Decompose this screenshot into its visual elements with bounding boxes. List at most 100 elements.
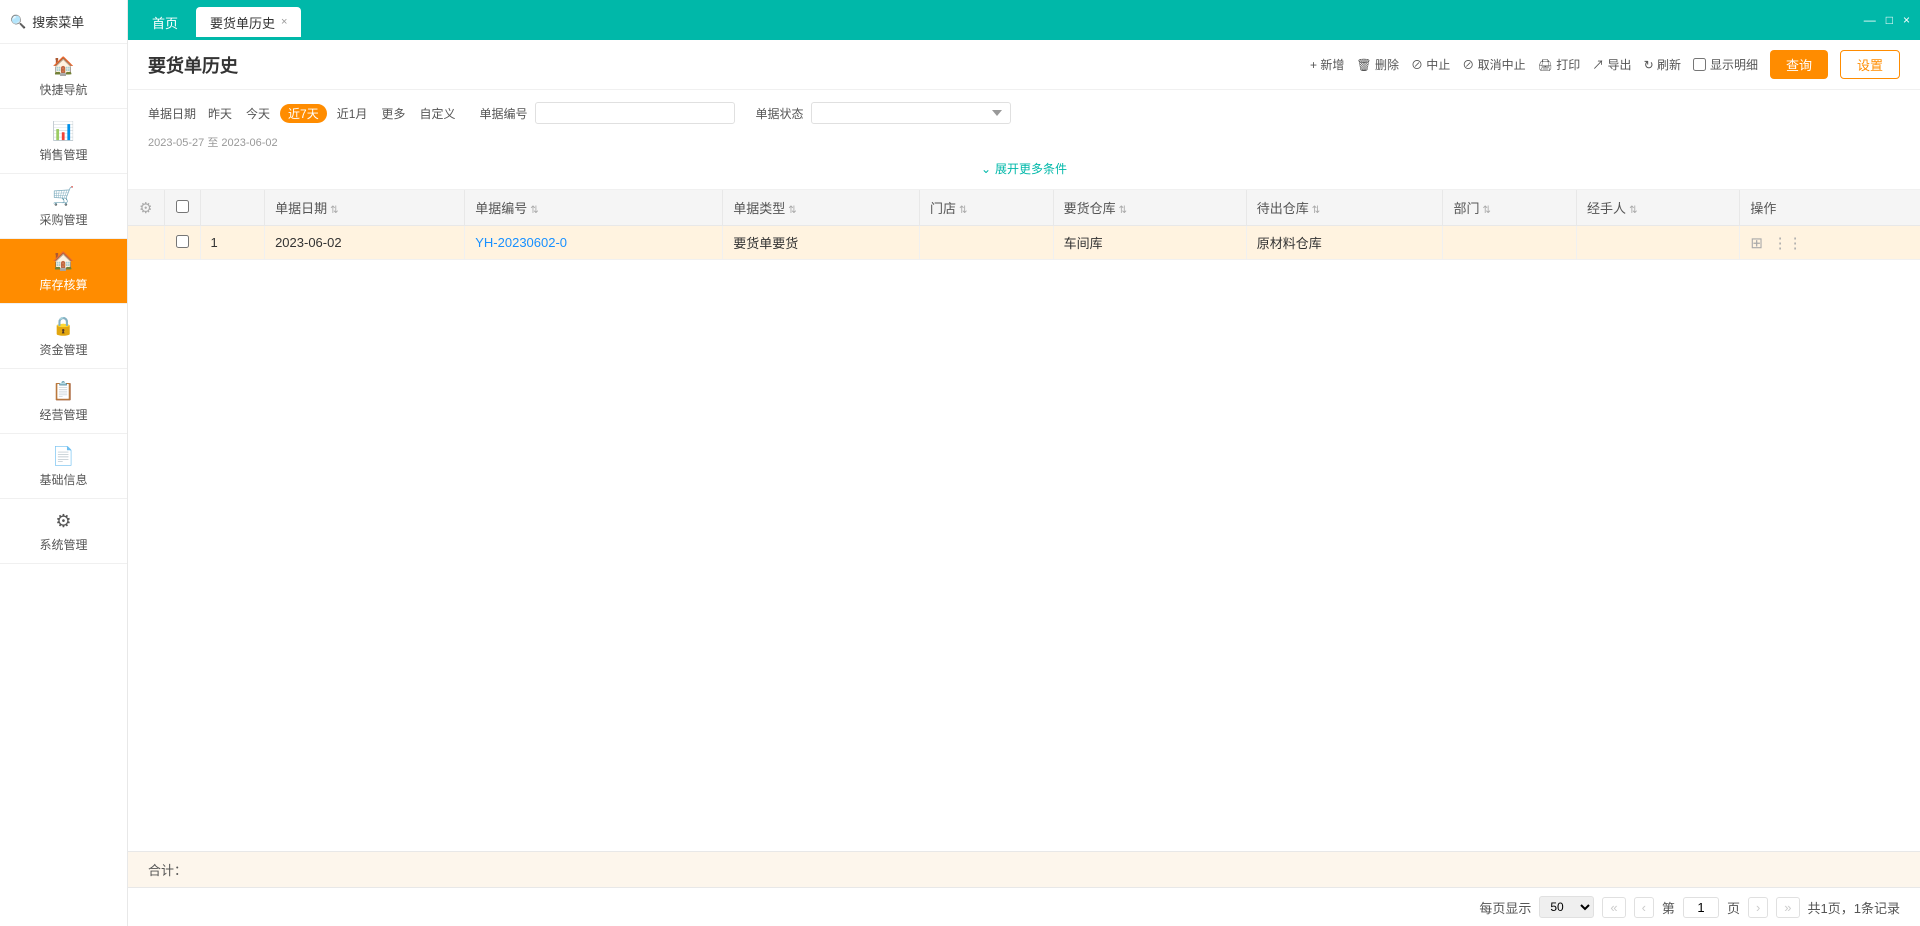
sidebar-item-basic[interactable]: 📄 基础信息 xyxy=(0,434,127,499)
delete-button[interactable]: 🗑 删除 xyxy=(1356,56,1399,73)
lock-icon: 🔒 xyxy=(52,316,74,337)
status-label: 单据状态 xyxy=(755,105,803,122)
home-icon: 🏠 xyxy=(52,56,74,77)
sidebar-item-label: 资金管理 xyxy=(39,341,87,358)
th-handler[interactable]: 经手人⇅ xyxy=(1577,190,1740,226)
sort-icon-doc-date: ⇅ xyxy=(330,205,338,216)
inventory-icon: 🏠 xyxy=(52,251,74,272)
tab-active-label: 要货单历史 xyxy=(210,13,275,32)
td-dept xyxy=(1443,226,1577,260)
sort-icon-pending-warehouse: ⇅ xyxy=(1312,205,1320,216)
search-icon: 🔍 xyxy=(10,14,26,30)
sidebar-item-label: 系统管理 xyxy=(39,536,87,553)
sidebar-item-label: 库存核算 xyxy=(39,276,87,293)
th-pending-warehouse[interactable]: 待出仓库⇅ xyxy=(1246,190,1443,226)
window-minimize-btn[interactable]: — xyxy=(1864,13,1876,27)
doc-no-link[interactable]: YH-20230602-0 xyxy=(475,235,567,250)
page-first-btn[interactable]: « xyxy=(1602,897,1625,918)
page-last-btn[interactable]: » xyxy=(1776,897,1799,918)
th-dept[interactable]: 部门⇅ xyxy=(1443,190,1577,226)
print-button[interactable]: 🖨 打印 xyxy=(1538,56,1581,73)
sidebar: 🔍 搜索菜单 🏠 快捷导航 📊 销售管理 🛒 采购管理 🏠 库存核算 🔒 资金管… xyxy=(0,0,128,926)
sidebar-search[interactable]: 🔍 搜索菜单 xyxy=(0,0,127,44)
window-close-btn[interactable]: × xyxy=(1903,13,1910,27)
display-detail-check[interactable] xyxy=(1693,58,1706,71)
display-detail-checkbox[interactable]: 显示明细 xyxy=(1693,56,1758,73)
chevron-down-icon: ⌄ xyxy=(981,162,991,176)
td-action: ⊞ ⋮⋮ xyxy=(1740,226,1920,260)
page-size-select[interactable]: 50 100 200 xyxy=(1539,896,1594,918)
total-label: 合计： xyxy=(148,860,187,879)
expand-more-btn[interactable]: ⌄ 展开更多条件 xyxy=(981,160,1067,177)
export-button[interactable]: ↗ 导出 xyxy=(1592,56,1631,73)
th-req-warehouse[interactable]: 要货仓库⇅ xyxy=(1053,190,1246,226)
page-prev-btn[interactable]: ‹ xyxy=(1634,897,1654,918)
row-checkbox[interactable] xyxy=(176,235,189,248)
sort-icon-doc-no: ⇅ xyxy=(530,205,538,216)
doc-no-input[interactable] xyxy=(535,102,735,124)
td-req-warehouse: 车间库 xyxy=(1053,226,1246,260)
th-store[interactable]: 门店⇅ xyxy=(920,190,1054,226)
query-button[interactable]: 查询 xyxy=(1770,50,1828,79)
document-icon: 📄 xyxy=(52,446,74,467)
th-doc-no[interactable]: 单据编号⇅ xyxy=(465,190,723,226)
th-settings: ⚙ xyxy=(128,190,164,226)
tab-home-label: 首页 xyxy=(152,13,178,32)
th-doc-type[interactable]: 单据类型⇅ xyxy=(723,190,920,226)
refresh-button[interactable]: ↻ 刷新 xyxy=(1644,56,1681,73)
sidebar-item-system[interactable]: ⚙ 系统管理 xyxy=(0,499,127,564)
sidebar-item-sales[interactable]: 📊 销售管理 xyxy=(0,109,127,174)
select-all-checkbox[interactable] xyxy=(176,200,189,213)
td-checkbox[interactable] xyxy=(164,226,200,260)
sort-icon-doc-type: ⇅ xyxy=(788,205,796,216)
row-more-icon[interactable]: ⋮⋮ xyxy=(1773,235,1803,252)
sidebar-item-label: 采购管理 xyxy=(39,211,87,228)
date-btn-more[interactable]: 更多 xyxy=(377,104,409,123)
status-select[interactable] xyxy=(811,102,1011,124)
column-settings-icon[interactable]: ⚙ xyxy=(139,200,152,217)
sidebar-item-finance[interactable]: 🔒 资金管理 xyxy=(0,304,127,369)
th-action: 操作 xyxy=(1740,190,1920,226)
sidebar-item-inventory[interactable]: 🏠 库存核算 xyxy=(0,239,127,304)
date-btn-7days[interactable]: 近7天 xyxy=(280,104,327,123)
tab-home[interactable]: 首页 xyxy=(138,7,192,37)
filter-row-1: 单据日期 昨天 今天 近7天 近1月 更多 自定义 单据编号 xyxy=(148,102,1900,124)
sort-icon-handler: ⇅ xyxy=(1629,205,1637,216)
th-seq xyxy=(200,190,265,226)
td-handler xyxy=(1577,226,1740,260)
sidebar-search-label: 搜索菜单 xyxy=(32,12,84,31)
td-doc-type: 要货单要货 xyxy=(723,226,920,260)
sidebar-item-quick-nav[interactable]: 🏠 快捷导航 xyxy=(0,44,127,109)
tab-active[interactable]: 要货单历史 × xyxy=(196,7,301,37)
display-detail-label: 显示明细 xyxy=(1710,56,1758,73)
sort-icon-req-warehouse: ⇅ xyxy=(1119,205,1127,216)
tab-close-icon[interactable]: × xyxy=(281,16,287,28)
data-table: ⚙ 单据日期⇅ 单据编号⇅ 单据类型⇅ xyxy=(128,190,1920,260)
topbar: 首页 要货单历史 × — □ × xyxy=(128,0,1920,40)
page-size-label: 每页显示 xyxy=(1479,898,1531,917)
clipboard-icon: 📋 xyxy=(52,381,74,402)
footer-bar: 合计： xyxy=(128,851,1920,887)
td-store xyxy=(920,226,1054,260)
cancel-stop-button[interactable]: ⊘ 取消中止 xyxy=(1462,56,1525,73)
stop-button[interactable]: ⊘ 中止 xyxy=(1411,56,1450,73)
sidebar-item-label: 经营管理 xyxy=(39,406,87,423)
date-btn-1month[interactable]: 近1月 xyxy=(333,104,372,123)
page-number-input[interactable] xyxy=(1683,897,1719,918)
window-maximize-btn[interactable]: □ xyxy=(1886,13,1893,27)
date-btn-yesterday[interactable]: 昨天 xyxy=(204,104,236,123)
sidebar-item-operation[interactable]: 📋 经营管理 xyxy=(0,369,127,434)
page-next-btn[interactable]: › xyxy=(1748,897,1768,918)
sort-icon-store: ⇅ xyxy=(959,205,967,216)
page-input-suffix: 页 xyxy=(1727,898,1740,917)
table-header-row: ⚙ 单据日期⇅ 单据编号⇅ 单据类型⇅ xyxy=(128,190,1920,226)
date-btn-custom[interactable]: 自定义 xyxy=(415,104,459,123)
th-doc-date[interactable]: 单据日期⇅ xyxy=(265,190,465,226)
row-view-icon[interactable]: ⊞ xyxy=(1750,235,1763,252)
date-btn-today[interactable]: 今天 xyxy=(242,104,274,123)
td-doc-no[interactable]: YH-20230602-0 xyxy=(465,226,723,260)
add-button[interactable]: + 新增 xyxy=(1310,56,1344,73)
sidebar-item-purchase[interactable]: 🛒 采购管理 xyxy=(0,174,127,239)
date-range-text: 2023-05-27 至 2023-06-02 xyxy=(148,134,278,150)
setting-button[interactable]: 设置 xyxy=(1840,50,1900,79)
